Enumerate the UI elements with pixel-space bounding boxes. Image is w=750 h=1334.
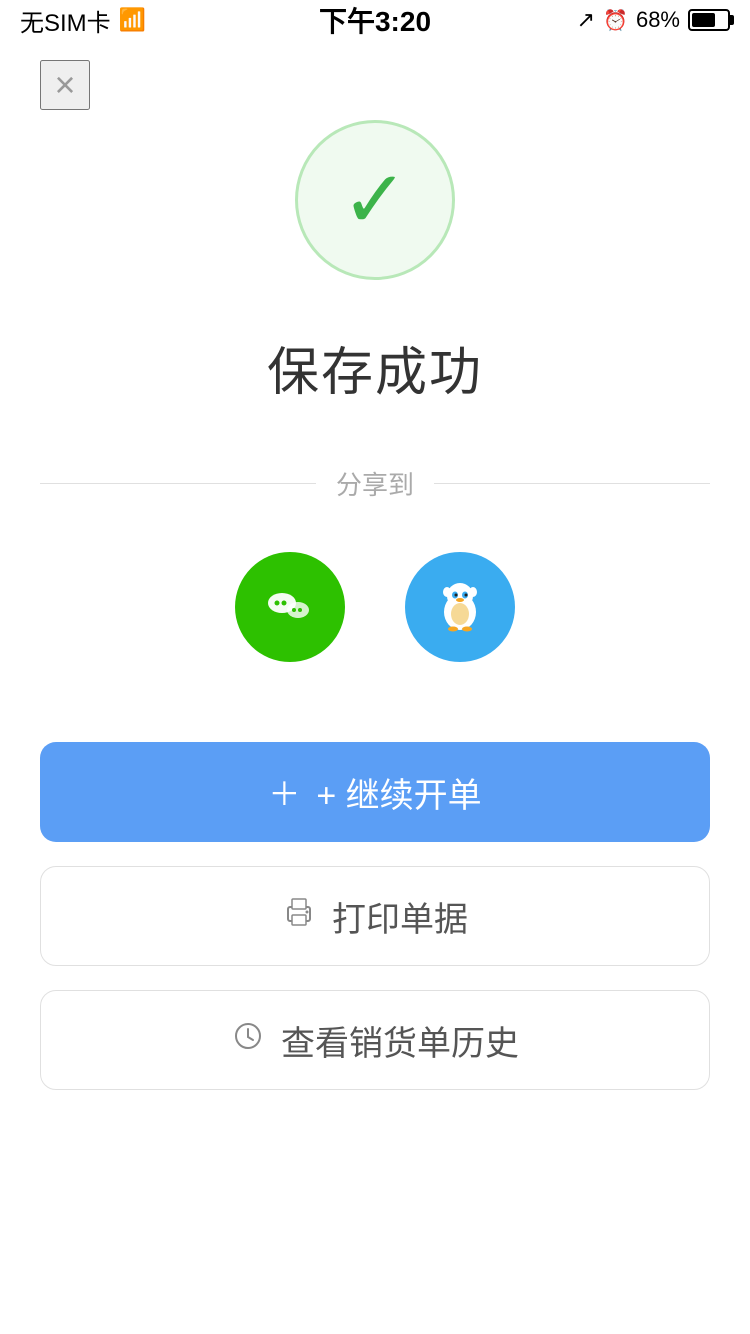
carrier-text: 无SIM卡 <box>20 3 111 38</box>
battery-box <box>688 9 730 31</box>
battery-indicator <box>688 9 730 31</box>
history-button[interactable]: 查看销货单历史 <box>40 990 710 1090</box>
qq-icon <box>430 576 490 638</box>
checkmark-icon: ✓ <box>341 160 408 240</box>
divider-right <box>434 483 710 484</box>
status-right: ↗ ⏰ 68% <box>577 7 730 33</box>
close-button[interactable]: × <box>40 60 90 110</box>
location-icon: ↗ <box>577 7 595 33</box>
success-circle: ✓ <box>295 120 455 280</box>
wechat-icon <box>260 577 320 637</box>
divider-left <box>40 483 316 484</box>
battery-percent: 68% <box>636 7 680 33</box>
plus-icon: ＋ <box>268 769 300 815</box>
share-icons <box>235 552 515 662</box>
print-button[interactable]: 打印单据 <box>40 866 710 966</box>
continue-new-label: + 继续开单 <box>316 768 481 817</box>
main-content: ✓ 保存成功 分享到 <box>0 40 750 1090</box>
alarm-icon: ⏰ <box>603 8 628 33</box>
success-title: 保存成功 <box>267 330 483 405</box>
wifi-icon: 📶 <box>119 7 146 33</box>
status-left: 无SIM卡 📶 <box>20 3 146 38</box>
battery-fill <box>692 13 715 27</box>
action-buttons: ＋ + 继续开单 打印单据 查看销货单 <box>0 742 750 1090</box>
share-label: 分享到 <box>316 465 434 502</box>
qq-share-button[interactable] <box>405 552 515 662</box>
status-bar: 无SIM卡 📶 下午3:20 ↗ ⏰ 68% <box>0 0 750 40</box>
continue-new-button[interactable]: ＋ + 继续开单 <box>40 742 710 842</box>
history-label: 查看销货单历史 <box>281 1016 519 1065</box>
print-label: 打印单据 <box>332 892 468 941</box>
history-icon <box>231 1019 265 1061</box>
share-divider: 分享到 <box>0 465 750 502</box>
close-icon: × <box>54 67 75 103</box>
print-icon <box>282 895 316 937</box>
status-time: 下午3:20 <box>319 0 431 40</box>
wechat-share-button[interactable] <box>235 552 345 662</box>
